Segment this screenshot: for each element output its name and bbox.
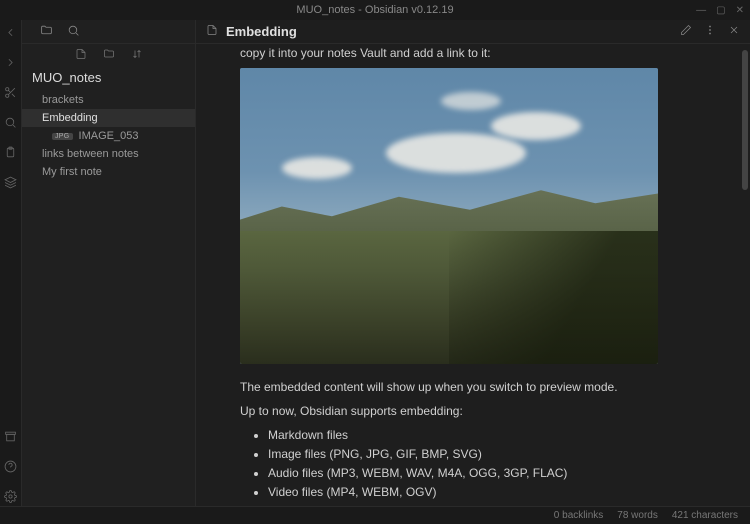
window-minimize[interactable]: — [696,5,706,16]
supported-list: Markdown filesImage files (PNG, JPG, GIF… [268,426,720,506]
folder-tab-icon[interactable] [40,24,53,40]
vault-name: MUO_notes [22,66,195,91]
clipboard-icon[interactable] [4,146,17,162]
tree-item-label: IMAGE_053 [79,130,139,142]
supported-item: Video files (MP4, WEBM, OGV) [268,483,720,501]
search-global-icon[interactable] [4,116,17,132]
supported-item: Image files (PNG, JPG, GIF, BMP, SVG) [268,445,720,463]
tree-item-label: Embedding [42,112,98,124]
status-words: 78 words [617,510,658,521]
titlebar: MUO_notes - Obsidian v0.12.19 — ▢ ✕ [0,0,750,20]
edit-pencil-icon[interactable] [680,24,692,39]
after-image-line-2: Up to now, Obsidian supports embedding: [240,402,720,420]
tree-item-brackets[interactable]: brackets [22,91,195,109]
new-folder-icon[interactable] [103,48,115,63]
editor-pane: Embedding copy it into your notes Vault … [196,20,750,506]
supported-item: Audio files (MP3, WEBM, WAV, M4A, OGG, 3… [268,464,720,482]
tree-item-label: brackets [42,94,84,106]
window-title: MUO_notes - Obsidian v0.12.19 [296,4,453,16]
tab-header: Embedding [196,20,750,44]
supported-item: Markdown files [268,426,720,444]
more-vertical-icon[interactable] [704,24,716,39]
window-controls: — ▢ ✕ [696,0,744,20]
left-ribbon [0,20,22,506]
tree-item-image-053[interactable]: JPG IMAGE_053 [22,127,195,145]
tree-item-links-between-notes[interactable]: links between notes [22,145,195,163]
after-image-line-1: The embedded content will show up when y… [240,378,720,396]
tree-item-my-first-note[interactable]: My first note [22,163,195,181]
embedded-image [240,68,658,364]
status-bar: 0 backlinks 78 words 421 characters [0,506,750,524]
archive-icon[interactable] [4,430,17,446]
scissors-icon[interactable] [4,86,17,102]
sidebar-tabs [22,20,195,44]
file-badge: JPG [52,133,73,140]
settings-gear-icon[interactable] [4,490,17,506]
sort-icon[interactable] [131,48,143,63]
tree-item-label: My first note [42,166,102,178]
tree-item-embedding[interactable]: Embedding [22,109,195,127]
file-icon [206,24,218,39]
chevron-left-icon[interactable] [4,26,17,42]
file-sidebar: MUO_notes brackets Embedding JPG IMAGE_053l… [22,20,196,506]
file-tree: brackets Embedding JPG IMAGE_053links betwe… [22,91,195,181]
search-tab-icon[interactable] [67,24,80,40]
sidebar-actions [22,44,195,66]
note-body[interactable]: copy it into your notes Vault and add a … [196,44,750,506]
tab-title: Embedding [226,24,297,39]
window-close[interactable]: ✕ [736,5,744,16]
window-maximize[interactable]: ▢ [716,5,725,16]
tree-item-label: links between notes [42,148,139,160]
layers-icon[interactable] [4,176,17,192]
intro-line: copy it into your notes Vault and add a … [240,44,720,62]
supported-item: PDFs [268,502,720,506]
scrollbar-thumb[interactable] [742,50,748,190]
help-icon[interactable] [4,460,17,476]
tab-close-icon[interactable] [728,24,740,39]
new-note-icon[interactable] [75,48,87,63]
scrollbar-track[interactable] [742,50,748,500]
chevron-right-icon[interactable] [4,56,17,72]
status-backlinks[interactable]: 0 backlinks [554,510,603,521]
status-chars: 421 characters [672,510,738,521]
